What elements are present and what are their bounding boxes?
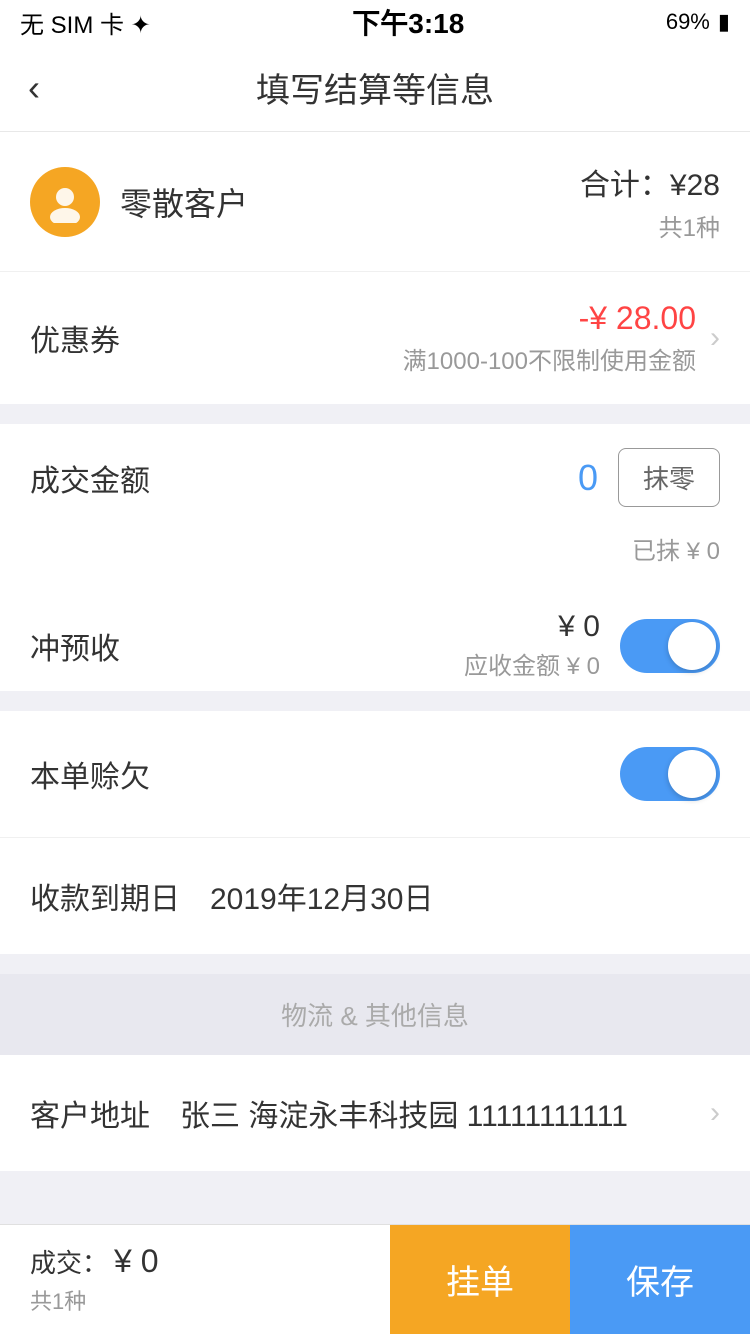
prepay-label: 冲预收 <box>30 624 120 668</box>
bottom-bar: 成交： ¥ 0 共1种 挂单 保存 <box>0 1224 750 1334</box>
coupon-amount: -¥ 28.00 <box>403 300 696 337</box>
divider-label: 物流 & 其他信息 <box>0 974 750 1055</box>
address-row[interactable]: 客户地址 张三 海淀永丰科技园 11111111111 › <box>0 1055 750 1171</box>
status-bar: 无 SIM 卡 ✦ 下午3:18 69% ▮ <box>0 0 750 44</box>
total-count: 共1种 <box>580 208 720 243</box>
address-chevron-icon: › <box>710 1096 720 1130</box>
save-button[interactable]: 保存 <box>570 1225 750 1334</box>
customer-left: 零散客户 <box>30 167 248 237</box>
status-time: 下午3:18 <box>352 2 464 42</box>
deal-amount-sub: 已抹 ¥ 0 <box>0 531 750 586</box>
due-date-label: 收款到期日 <box>30 874 180 918</box>
suspend-button[interactable]: 挂单 <box>390 1225 570 1334</box>
toggle-knob <box>668 622 716 670</box>
debit-toggle-knob <box>668 750 716 798</box>
prepay-right: ¥ 0 应收金额 ¥ 0 <box>464 610 720 681</box>
bottom-count: 共1种 <box>30 1284 360 1316</box>
sim-status: 无 SIM 卡 ✦ <box>20 5 151 40</box>
prepay-toggle[interactable] <box>620 619 720 673</box>
debit-toggle[interactable] <box>620 747 720 801</box>
prepay-sub: 应收金额 ¥ 0 <box>464 646 600 681</box>
prepay-section: 冲预收 ¥ 0 应收金额 ¥ 0 <box>0 586 750 691</box>
bottom-deal-row: 成交： ¥ 0 <box>30 1243 360 1280</box>
coupon-value: -¥ 28.00 满1000-100不限制使用金额 <box>403 300 696 376</box>
debit-row: 本单赊欠 <box>0 711 750 837</box>
customer-section: 零散客户 合计：¥28 共1种 优惠券 -¥ 28.00 满1000-100不限… <box>0 132 750 404</box>
bottom-info: 成交： ¥ 0 共1种 <box>0 1225 390 1334</box>
avatar <box>30 167 100 237</box>
deal-amount-label: 成交金额 <box>30 456 150 500</box>
deal-amount-section: 成交金额 0 抹零 已抹 ¥ 0 冲预收 ¥ 0 应收金额 ¥ 0 <box>0 424 750 691</box>
coupon-desc: 满1000-100不限制使用金额 <box>403 341 696 376</box>
address-value: 张三 海淀永丰科技园 11111111111 <box>180 1091 710 1135</box>
customer-total: 合计：¥28 共1种 <box>580 160 720 243</box>
customer-name: 零散客户 <box>120 179 248 225</box>
address-section: 客户地址 张三 海淀永丰科技园 11111111111 › <box>0 1055 750 1171</box>
battery-icon: ▮ <box>718 9 730 35</box>
back-button[interactable]: ‹ <box>28 67 40 109</box>
bottom-deal-amount: ¥ 0 <box>114 1243 158 1280</box>
coupon-row[interactable]: 优惠券 -¥ 28.00 满1000-100不限制使用金额 › <box>0 271 750 404</box>
nav-bar: ‹ 填写结算等信息 <box>0 44 750 132</box>
prepay-row: 冲预收 ¥ 0 应收金额 ¥ 0 <box>0 586 750 691</box>
address-label: 客户地址 <box>30 1091 150 1135</box>
coupon-right: -¥ 28.00 满1000-100不限制使用金额 › <box>403 300 720 376</box>
status-right: 69% ▮ <box>666 9 730 35</box>
prepay-value-block: ¥ 0 应收金额 ¥ 0 <box>464 610 600 681</box>
debit-label: 本单赊欠 <box>30 752 150 796</box>
deal-amount-value[interactable]: 0 <box>538 457 598 499</box>
debit-section: 本单赊欠 收款到期日 2019年12月30日 <box>0 711 750 954</box>
deal-amount-row: 成交金额 0 抹零 <box>0 424 750 531</box>
round-button[interactable]: 抹零 <box>618 448 720 507</box>
customer-row: 零散客户 合计：¥28 共1种 <box>0 132 750 271</box>
bottom-deal-label: 成交： <box>30 1243 108 1280</box>
due-date-value: 2019年12月30日 <box>210 874 433 918</box>
due-date-row: 收款到期日 2019年12月30日 <box>0 837 750 954</box>
deal-amount-input-area: 0 抹零 <box>538 448 720 507</box>
battery-level: 69% <box>666 9 710 35</box>
content-area: 零散客户 合计：¥28 共1种 优惠券 -¥ 28.00 满1000-100不限… <box>0 132 750 1311</box>
total-amount: 合计：¥28 <box>580 160 720 204</box>
prepay-amount: ¥ 0 <box>464 610 600 644</box>
status-left: 无 SIM 卡 ✦ <box>20 5 151 40</box>
chevron-right-icon: › <box>710 321 720 355</box>
coupon-label: 优惠券 <box>30 316 120 360</box>
page-title: 填写结算等信息 <box>256 63 494 112</box>
